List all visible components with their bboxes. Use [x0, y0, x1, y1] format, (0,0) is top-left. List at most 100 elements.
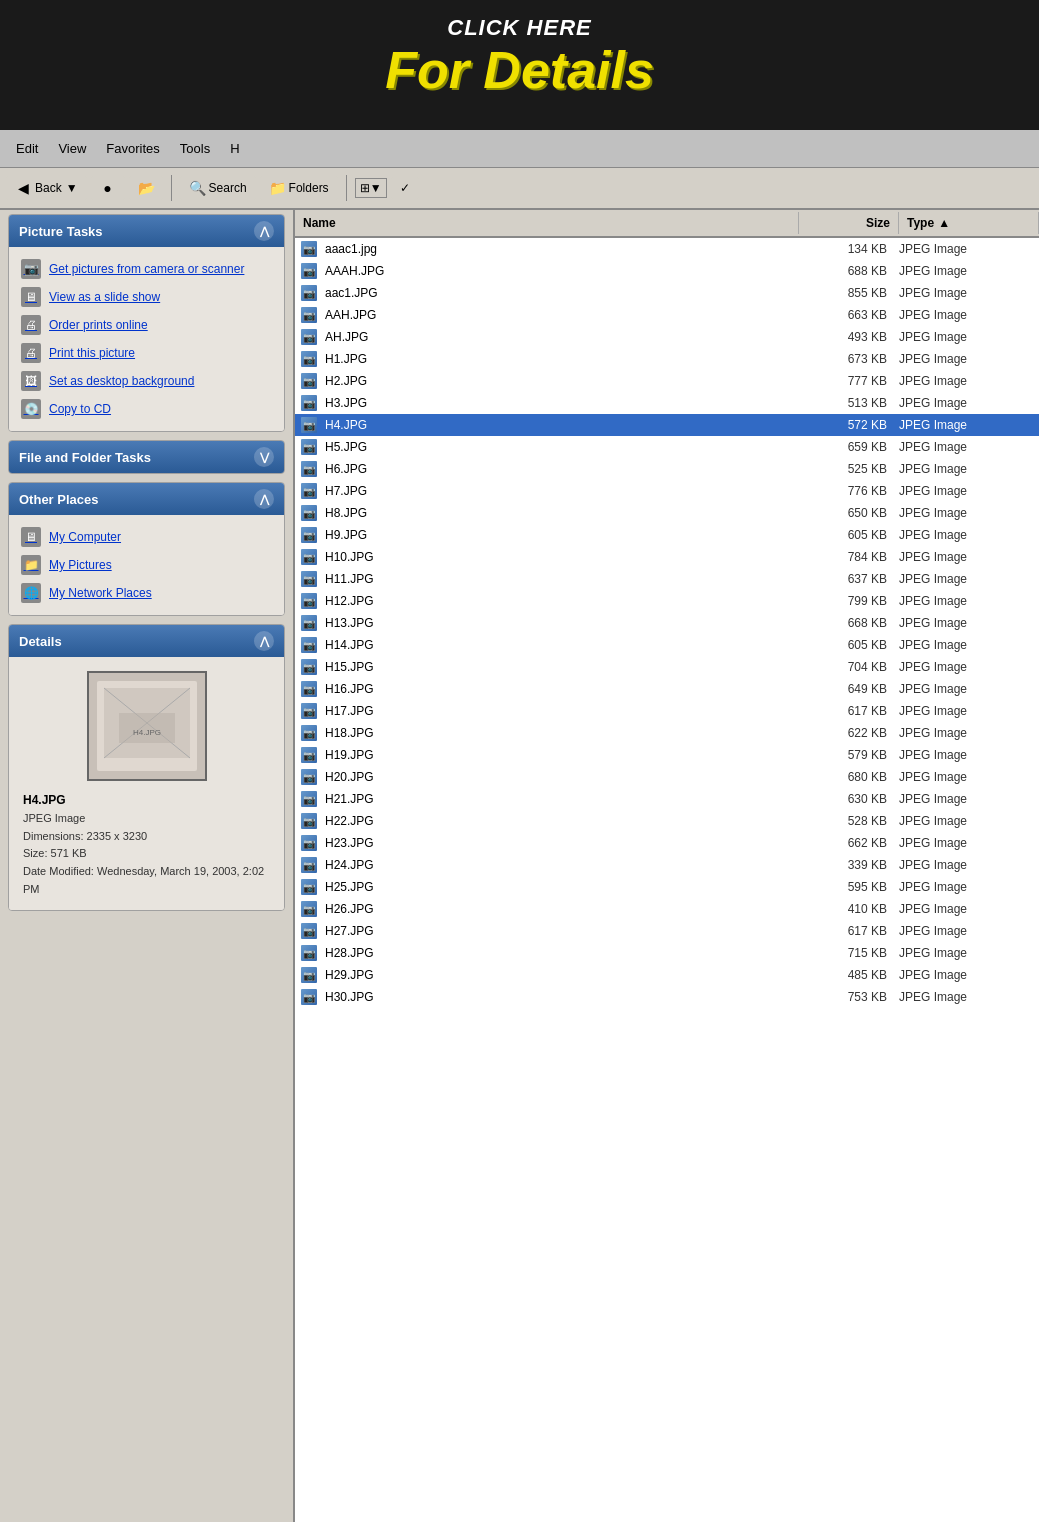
table-row[interactable]: H17.JPG 617 KB JPEG Image	[295, 700, 1039, 722]
col-header-type[interactable]: Type ▲	[899, 212, 1039, 234]
table-row[interactable]: H5.JPG 659 KB JPEG Image	[295, 436, 1039, 458]
file-icon-cell	[295, 590, 319, 612]
file-type: JPEG Image	[899, 616, 1039, 630]
menu-help[interactable]: H	[222, 138, 247, 159]
table-row[interactable]: H6.JPG 525 KB JPEG Image	[295, 458, 1039, 480]
checkmark-button[interactable]: ✓	[391, 177, 419, 199]
table-row[interactable]: H15.JPG 704 KB JPEG Image	[295, 656, 1039, 678]
top-banner[interactable]: CLICK HERE For Details	[0, 0, 1039, 130]
forward-button[interactable]: ●	[91, 176, 125, 200]
picture-tasks-collapse[interactable]: ⋀	[254, 221, 274, 241]
table-row[interactable]: H2.JPG 777 KB JPEG Image	[295, 370, 1039, 392]
folders-button[interactable]: 📁 Folders	[260, 176, 338, 200]
table-row[interactable]: H9.JPG 605 KB JPEG Image	[295, 524, 1039, 546]
table-row[interactable]: H8.JPG 650 KB JPEG Image	[295, 502, 1039, 524]
table-row[interactable]: H11.JPG 637 KB JPEG Image	[295, 568, 1039, 590]
table-row[interactable]: H24.JPG 339 KB JPEG Image	[295, 854, 1039, 876]
file-size: 753 KB	[799, 990, 899, 1004]
table-row[interactable]: H4.JPG 572 KB JPEG Image	[295, 414, 1039, 436]
file-type: JPEG Image	[899, 968, 1039, 982]
table-row[interactable]: H18.JPG 622 KB JPEG Image	[295, 722, 1039, 744]
file-size: 595 KB	[799, 880, 899, 894]
table-row[interactable]: H22.JPG 528 KB JPEG Image	[295, 810, 1039, 832]
other-places-my-pictures[interactable]: 📁 My Pictures	[15, 551, 278, 579]
table-row[interactable]: H23.JPG 662 KB JPEG Image	[295, 832, 1039, 854]
table-row[interactable]: H1.JPG 673 KB JPEG Image	[295, 348, 1039, 370]
table-row[interactable]: H14.JPG 605 KB JPEG Image	[295, 634, 1039, 656]
menu-edit[interactable]: Edit	[8, 138, 46, 159]
table-row[interactable]: aac1.JPG 855 KB JPEG Image	[295, 282, 1039, 304]
file-size: 663 KB	[799, 308, 899, 322]
details-preview: H4.JPG	[87, 671, 207, 781]
file-folder-tasks-section: File and Folder Tasks ⋁	[8, 440, 285, 474]
table-row[interactable]: H28.JPG 715 KB JPEG Image	[295, 942, 1039, 964]
table-row[interactable]: H20.JPG 680 KB JPEG Image	[295, 766, 1039, 788]
table-row[interactable]: H16.JPG 649 KB JPEG Image	[295, 678, 1039, 700]
task-get-pictures[interactable]: 📷 Get pictures from camera or scanner	[15, 255, 278, 283]
table-row[interactable]: H29.JPG 485 KB JPEG Image	[295, 964, 1039, 986]
table-row[interactable]: H3.JPG 513 KB JPEG Image	[295, 392, 1039, 414]
col-header-size[interactable]: Size	[799, 212, 899, 234]
file-folder-tasks-header[interactable]: File and Folder Tasks ⋁	[9, 441, 284, 473]
col-header-name[interactable]: Name	[295, 212, 799, 234]
picture-tasks-header[interactable]: Picture Tasks ⋀	[9, 215, 284, 247]
jpeg-file-icon	[301, 945, 317, 961]
file-folder-tasks-collapse[interactable]: ⋁	[254, 447, 274, 467]
other-places-header[interactable]: Other Places ⋀	[9, 483, 284, 515]
views-button[interactable]: ⊞ ▼	[355, 178, 387, 198]
details-header[interactable]: Details ⋀	[9, 625, 284, 657]
table-row[interactable]: AAAH.JPG 688 KB JPEG Image	[295, 260, 1039, 282]
menu-tools[interactable]: Tools	[172, 138, 218, 159]
menu-favorites[interactable]: Favorites	[98, 138, 167, 159]
jpeg-file-icon	[301, 989, 317, 1005]
task-order-prints[interactable]: 🖨 Order prints online	[15, 311, 278, 339]
details-collapse[interactable]: ⋀	[254, 631, 274, 651]
task-print-picture[interactable]: 🖨 Print this picture	[15, 339, 278, 367]
file-icon-cell	[295, 832, 319, 854]
file-icon-cell	[295, 304, 319, 326]
file-icon-cell	[295, 502, 319, 524]
search-button[interactable]: 🔍 Search	[180, 176, 256, 200]
up-button[interactable]: 📂	[129, 176, 163, 200]
file-name: H17.JPG	[319, 704, 799, 718]
table-row[interactable]: H7.JPG 776 KB JPEG Image	[295, 480, 1039, 502]
forward-icon: ●	[100, 180, 116, 196]
other-places-network[interactable]: 🌐 My Network Places	[15, 579, 278, 607]
file-name: H3.JPG	[319, 396, 799, 410]
jpeg-file-icon	[301, 879, 317, 895]
file-icon-cell	[295, 722, 319, 744]
table-row[interactable]: H10.JPG 784 KB JPEG Image	[295, 546, 1039, 568]
other-places-content: 🖥 My Computer 📁 My Pictures 🌐 My Network…	[9, 515, 284, 615]
file-size: 528 KB	[799, 814, 899, 828]
back-button[interactable]: ◀ Back ▼	[6, 176, 87, 200]
table-row[interactable]: H25.JPG 595 KB JPEG Image	[295, 876, 1039, 898]
table-row[interactable]: H13.JPG 668 KB JPEG Image	[295, 612, 1039, 634]
task-copy-cd[interactable]: 💿 Copy to CD	[15, 395, 278, 423]
table-row[interactable]: H12.JPG 799 KB JPEG Image	[295, 590, 1039, 612]
table-row[interactable]: H19.JPG 579 KB JPEG Image	[295, 744, 1039, 766]
table-row[interactable]: H21.JPG 630 KB JPEG Image	[295, 788, 1039, 810]
table-row[interactable]: H27.JPG 617 KB JPEG Image	[295, 920, 1039, 942]
file-name: H8.JPG	[319, 506, 799, 520]
jpeg-file-icon	[301, 549, 317, 565]
details-size: Size: 571 KB	[23, 845, 270, 863]
menu-view[interactable]: View	[50, 138, 94, 159]
file-icon-cell	[295, 414, 319, 436]
task-view-slideshow[interactable]: 🖥 View as a slide show	[15, 283, 278, 311]
table-row[interactable]: AH.JPG 493 KB JPEG Image	[295, 326, 1039, 348]
file-size: 579 KB	[799, 748, 899, 762]
file-name: H24.JPG	[319, 858, 799, 872]
file-size: 777 KB	[799, 374, 899, 388]
table-row[interactable]: H30.JPG 753 KB JPEG Image	[295, 986, 1039, 1008]
other-places-collapse[interactable]: ⋀	[254, 489, 274, 509]
other-places-my-computer[interactable]: 🖥 My Computer	[15, 523, 278, 551]
task-set-desktop[interactable]: 🖼 Set as desktop background	[15, 367, 278, 395]
file-icon-cell	[295, 260, 319, 282]
table-row[interactable]: aaac1.jpg 134 KB JPEG Image	[295, 238, 1039, 260]
views-icon: ⊞	[360, 181, 370, 195]
jpeg-file-icon	[301, 395, 317, 411]
table-row[interactable]: H26.JPG 410 KB JPEG Image	[295, 898, 1039, 920]
file-icon-cell	[295, 546, 319, 568]
table-row[interactable]: AAH.JPG 663 KB JPEG Image	[295, 304, 1039, 326]
file-folder-tasks-title: File and Folder Tasks	[19, 450, 151, 465]
